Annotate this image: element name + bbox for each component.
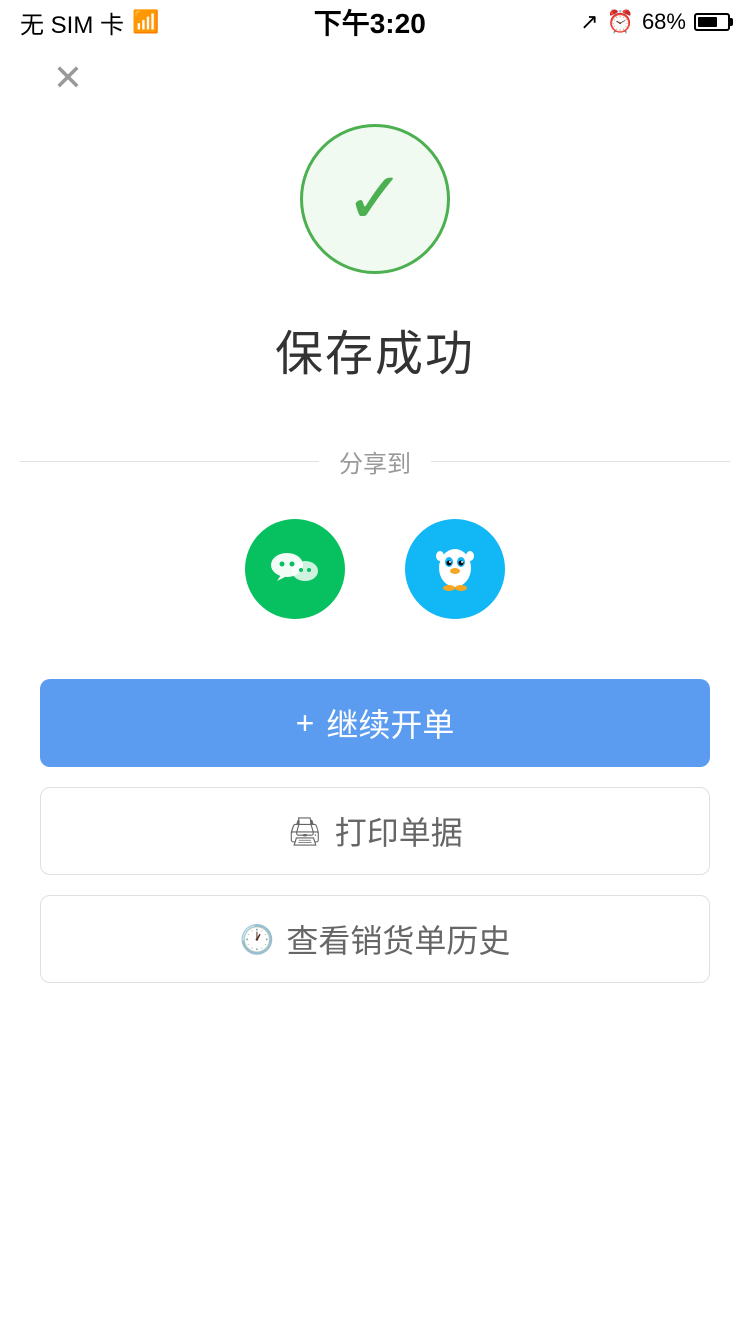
carrier-text: 无 SIM 卡: [20, 5, 124, 40]
close-icon: ✕: [53, 60, 83, 96]
share-section: 分享到: [0, 444, 750, 619]
location-icon: ↗: [580, 9, 598, 35]
time-display: 下午3:20: [314, 2, 426, 42]
continue-order-button[interactable]: + 继续开单: [40, 679, 710, 767]
divider-line-right: [431, 461, 730, 462]
main-content: ✓ 保存成功 分享到: [0, 44, 750, 983]
battery-fill: [698, 17, 717, 27]
actions-section: + 继续开单 🖨 打印单据 🕐 查看销货单历史: [0, 659, 750, 983]
success-circle: ✓: [300, 124, 450, 274]
history-icon: 🕐: [240, 923, 275, 956]
wechat-svg-icon: [265, 539, 325, 599]
divider-line-left: [20, 461, 319, 462]
close-button[interactable]: ✕: [44, 54, 92, 102]
wechat-share-button[interactable]: [245, 519, 345, 619]
status-right: ↗ ⏰ 68%: [580, 9, 730, 35]
plus-icon: +: [296, 705, 315, 742]
share-divider: 分享到: [20, 444, 730, 479]
battery-text: 68%: [642, 9, 686, 35]
wifi-icon: 📶: [132, 9, 159, 35]
qq-share-button[interactable]: [405, 519, 505, 619]
alarm-icon: ⏰: [607, 9, 634, 35]
share-icons: [20, 519, 730, 619]
print-label: 打印单据: [335, 808, 463, 854]
continue-order-label: 继续开单: [326, 700, 454, 746]
success-title: 保存成功: [275, 314, 475, 384]
history-button[interactable]: 🕐 查看销货单历史: [40, 895, 710, 983]
status-left: 无 SIM 卡 📶: [20, 5, 159, 40]
status-bar: 无 SIM 卡 📶 下午3:20 ↗ ⏰ 68%: [0, 0, 750, 44]
battery-icon: [694, 13, 730, 31]
qq-svg-icon: [426, 540, 484, 598]
checkmark-icon: ✓: [345, 163, 405, 235]
share-label: 分享到: [339, 444, 411, 479]
history-label: 查看销货单历史: [286, 916, 510, 962]
printer-icon: 🖨: [287, 815, 323, 848]
print-button[interactable]: 🖨 打印单据: [40, 787, 710, 875]
